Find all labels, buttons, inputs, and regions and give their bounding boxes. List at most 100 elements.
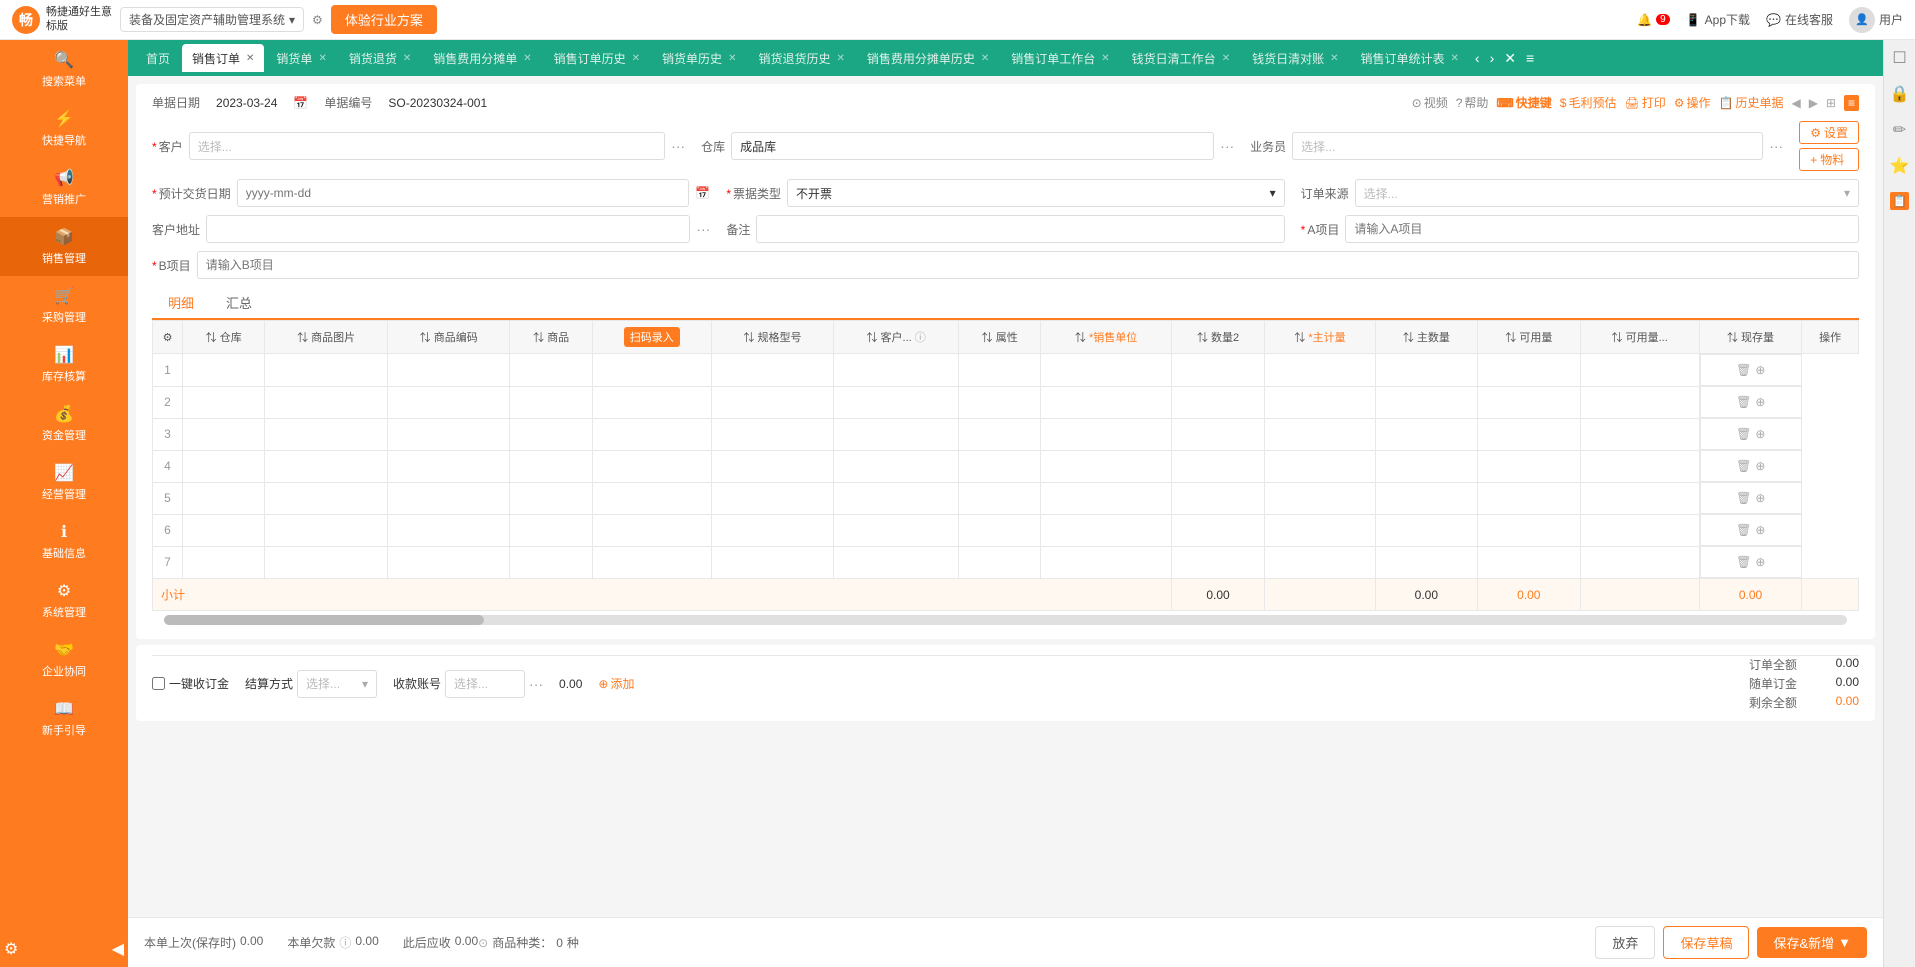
online-service-link[interactable]: 💬 在线客服 xyxy=(1766,11,1833,28)
scrollbar-thumb[interactable] xyxy=(164,615,484,625)
address-more-btn[interactable]: ··· xyxy=(696,221,710,237)
sort-icon[interactable]: ⇅ xyxy=(1075,332,1086,344)
save-new-button[interactable]: 保存&新增 ▼ xyxy=(1757,927,1867,958)
right-sidebar-icon-5[interactable]: 📋 xyxy=(1890,192,1909,210)
sort-icon[interactable]: ⇅ xyxy=(1197,332,1208,344)
customer-address-input[interactable] xyxy=(206,215,690,243)
tab-cash-reconcile[interactable]: 钱货日清对账 ✕ xyxy=(1242,44,1348,72)
info-icon-small[interactable]: ⓘ xyxy=(339,934,351,951)
list-view-icon[interactable]: ≡ xyxy=(1844,95,1859,111)
tab-close-icon[interactable]: ✕ xyxy=(1222,53,1230,64)
tab-menu-btn[interactable]: ≡ xyxy=(1522,50,1538,66)
solution-button[interactable]: 体验行业方案 xyxy=(331,5,437,34)
sidebar-item-basic-info[interactable]: ℹ 基础信息 xyxy=(0,512,128,571)
sidebar-item-purchase[interactable]: 🛒 采购管理 xyxy=(0,276,128,335)
copy-row-icon[interactable]: ⊕ xyxy=(1755,395,1765,409)
grid-view-icon[interactable]: ⊞ xyxy=(1826,96,1836,110)
right-sidebar-icon-3[interactable]: ✏ xyxy=(1893,120,1906,140)
add-payment-btn[interactable]: ⊕ 添加 xyxy=(598,675,634,692)
sort-icon[interactable]: ⇅ xyxy=(1294,332,1305,344)
tab-sales-goods[interactable]: 销货单 ✕ xyxy=(266,44,336,72)
sort-icon[interactable]: ⇅ xyxy=(297,332,308,344)
tab-return-history[interactable]: 销货退货历史 ✕ xyxy=(748,44,854,72)
sidebar-item-operations[interactable]: 📈 经营管理 xyxy=(0,453,128,512)
sort-icon[interactable]: ⇅ xyxy=(1612,332,1623,344)
sort-icon[interactable]: ⇅ xyxy=(1505,332,1516,344)
tab-close-icon[interactable]: ✕ xyxy=(523,53,531,64)
next-record-icon[interactable]: ▶ xyxy=(1809,96,1818,110)
sort-icon[interactable]: ⇅ xyxy=(866,332,877,344)
tab-expense-split[interactable]: 销售费用分摊单 ✕ xyxy=(423,44,541,72)
account-more-btn[interactable]: ··· xyxy=(529,676,543,692)
toolbar-operation[interactable]: ⚙ 操作 xyxy=(1674,94,1711,111)
sidebar-item-guide[interactable]: 📖 新手引导 xyxy=(0,689,128,748)
tab-order-stats[interactable]: 销售订单统计表 ✕ xyxy=(1350,44,1468,72)
sort-icon[interactable]: ⇅ xyxy=(420,332,431,344)
sidebar-item-shortcuts[interactable]: ⚡ 快捷导航 xyxy=(0,99,128,158)
account-select[interactable]: 选择... xyxy=(445,670,525,698)
table-cell[interactable]: 🗑⊕ xyxy=(1700,450,1802,482)
table-cell[interactable]: 🗑⊕ xyxy=(1700,514,1802,546)
calendar-icon[interactable]: 📅 xyxy=(293,96,308,110)
add-item-button[interactable]: + 物料 xyxy=(1799,148,1859,171)
tab-close-icon[interactable]: ✕ xyxy=(981,53,989,64)
prev-record-icon[interactable]: ◀ xyxy=(1791,96,1800,110)
tab-close-icon[interactable]: ✕ xyxy=(1101,53,1109,64)
copy-row-icon[interactable]: ⊕ xyxy=(1755,555,1765,569)
b-project-input[interactable] xyxy=(197,251,1859,279)
tab-close-icon[interactable]: ✕ xyxy=(1330,53,1338,64)
tab-order-history[interactable]: 销售订单历史 ✕ xyxy=(544,44,650,72)
order-source-input[interactable]: 选择... ▾ xyxy=(1355,179,1859,207)
table-cell[interactable]: 🗑⊕ xyxy=(1700,386,1802,418)
toolbar-print[interactable]: 🖨 打印 xyxy=(1624,94,1665,111)
tab-order-workbench[interactable]: 销售订单工作台 ✕ xyxy=(1001,44,1119,72)
copy-row-icon[interactable]: ⊕ xyxy=(1755,459,1765,473)
tab-sales-order[interactable]: 销售订单 ✕ xyxy=(182,44,264,72)
tab-close-icon[interactable]: ✕ xyxy=(1451,53,1459,64)
sidebar-item-system[interactable]: ⚙ 系统管理 xyxy=(0,571,128,630)
system-selector[interactable]: 装备及固定资产辅助管理系统 ▾ xyxy=(120,7,304,32)
th-settings[interactable]: ⚙ xyxy=(153,321,183,354)
tab-prev-btn[interactable]: ‹ xyxy=(1471,50,1484,66)
toolbar-shortcut[interactable]: ⌨ 快捷键 xyxy=(1496,94,1551,111)
tab-close-icon[interactable]: ✕ xyxy=(318,53,326,64)
customer-more-btn[interactable]: ··· xyxy=(671,138,685,154)
tab-close-icon[interactable]: ✕ xyxy=(246,53,254,64)
sort-icon[interactable]: ⇅ xyxy=(1727,332,1738,344)
th-scan[interactable]: 扫码录入 xyxy=(592,321,711,354)
sidebar-item-marketing[interactable]: 📢 营销推广 xyxy=(0,158,128,217)
calendar2-icon[interactable]: 📅 xyxy=(695,186,710,200)
remark-input[interactable] xyxy=(756,215,1284,243)
toolbar-video[interactable]: ⊙ 视频 xyxy=(1412,94,1448,111)
delete-row-icon[interactable]: 🗑 xyxy=(1736,427,1751,441)
save-draft-button[interactable]: 保存草稿 xyxy=(1663,926,1749,959)
table-cell[interactable]: 🗑⊕ xyxy=(1700,354,1802,386)
one-click-checkout-label[interactable]: 一键收订金 xyxy=(152,675,229,692)
user-menu[interactable]: 👤 用户 xyxy=(1849,7,1903,33)
copy-row-icon[interactable]: ⊕ xyxy=(1755,491,1765,505)
one-click-checkout-checkbox[interactable] xyxy=(152,677,165,690)
app-download-link[interactable]: 📱 App下载 xyxy=(1686,11,1750,28)
delete-row-icon[interactable]: 🗑 xyxy=(1736,459,1751,473)
settle-method-select[interactable]: 选择... ▾ xyxy=(297,670,377,698)
toolbar-profit[interactable]: $ 毛利预估 xyxy=(1560,94,1617,111)
scan-button[interactable]: 扫码录入 xyxy=(624,327,680,347)
table-cell[interactable]: 🗑⊕ xyxy=(1700,418,1802,450)
toolbar-help[interactable]: ? 帮助 xyxy=(1456,94,1489,111)
tab-close-icon[interactable]: ✕ xyxy=(728,53,736,64)
sort-icon[interactable]: ⇅ xyxy=(1403,332,1414,344)
right-sidebar-icon-4[interactable]: ⭐ xyxy=(1890,156,1910,176)
delete-row-icon[interactable]: 🗑 xyxy=(1736,491,1751,505)
sidebar-gear-icon[interactable]: ⚙ xyxy=(4,939,18,959)
copy-row-icon[interactable]: ⊕ xyxy=(1755,523,1765,537)
tab-close-icon[interactable]: ✕ xyxy=(403,53,411,64)
tab-expense-history[interactable]: 销售费用分摊单历史 ✕ xyxy=(857,44,999,72)
customer-input[interactable]: 选择... xyxy=(189,132,665,160)
invoice-type-select[interactable]: 不开票 ▾ xyxy=(787,179,1285,207)
notification-icon[interactable]: 🔔 9 xyxy=(1637,13,1670,27)
warehouse-more-btn[interactable]: ··· xyxy=(1220,138,1234,154)
sidebar-item-enterprise[interactable]: 🤝 企业协同 xyxy=(0,630,128,689)
copy-row-icon[interactable]: ⊕ xyxy=(1755,363,1765,377)
right-sidebar-icon-1[interactable]: ☐ xyxy=(1892,48,1906,68)
tab-cash-workbench[interactable]: 钱货日清工作台 ✕ xyxy=(1122,44,1240,72)
